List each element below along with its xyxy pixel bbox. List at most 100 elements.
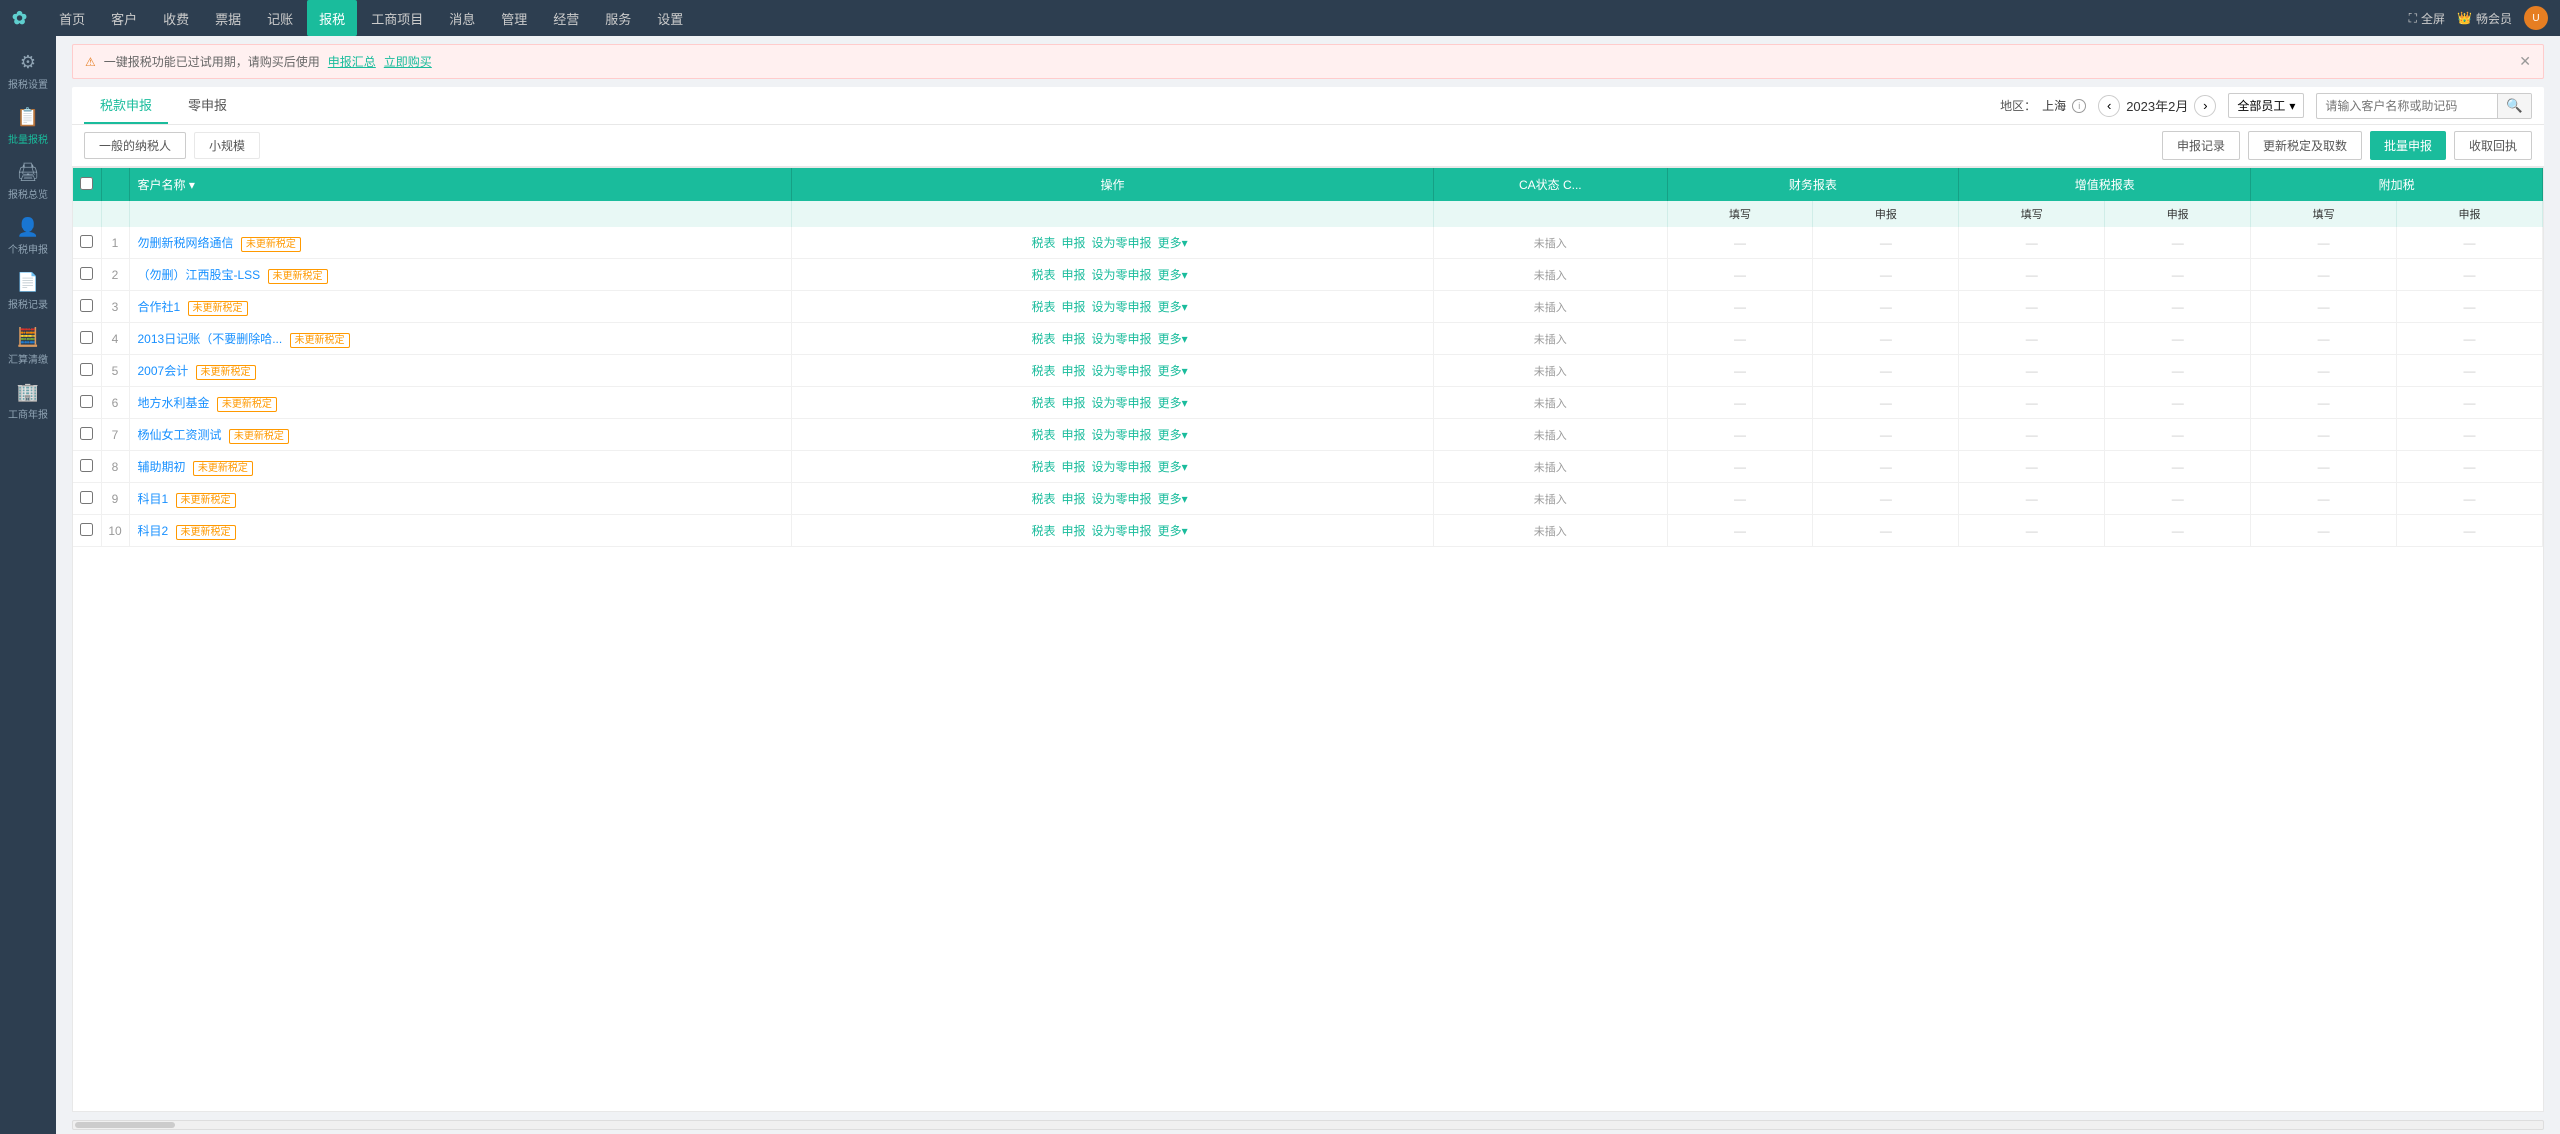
collect-receipt-btn[interactable]: 收取回执 (2454, 131, 2532, 160)
nav-invoice[interactable]: 票据 (203, 0, 253, 36)
op-btn-3[interactable]: 更多▾ (1158, 364, 1188, 378)
client-name-text[interactable]: 合作社1 (138, 300, 181, 314)
op-btn-1[interactable]: 申报 (1062, 332, 1086, 346)
op-btn-3[interactable]: 更多▾ (1158, 428, 1188, 442)
client-name-text[interactable]: 辅助期初 (138, 460, 186, 474)
op-btn-0[interactable]: 税表 (1032, 524, 1056, 538)
nav-management[interactable]: 管理 (489, 0, 539, 36)
row-checkbox-7[interactable] (80, 459, 93, 472)
sidebar-item-batch-tax[interactable]: 📋 批量报税 (0, 99, 56, 154)
op-btn-1[interactable]: 申报 (1062, 460, 1086, 474)
sidebar-item-personal-tax[interactable]: 👤 个税申报 (0, 209, 56, 264)
op-btn-2[interactable]: 设为零申报 (1092, 492, 1152, 506)
op-btn-2[interactable]: 设为零申报 (1092, 460, 1152, 474)
op-btn-3[interactable]: 更多▾ (1158, 300, 1188, 314)
op-btn-1[interactable]: 申报 (1062, 364, 1086, 378)
op-btn-3[interactable]: 更多▾ (1158, 332, 1188, 346)
sidebar-item-tax-overview[interactable]: 🖨 报税总览 (0, 154, 56, 209)
nav-client[interactable]: 客户 (99, 0, 149, 36)
op-btn-2[interactable]: 设为零申报 (1092, 332, 1152, 346)
nav-home[interactable]: 首页 (47, 0, 97, 36)
op-btn-3[interactable]: 更多▾ (1158, 236, 1188, 250)
row-checkbox-3[interactable] (80, 331, 93, 344)
op-btn-3[interactable]: 更多▾ (1158, 396, 1188, 410)
op-btn-2[interactable]: 设为零申报 (1092, 236, 1152, 250)
op-btn-2[interactable]: 设为零申报 (1092, 268, 1152, 282)
region-value[interactable]: 上海 (2042, 97, 2066, 114)
client-name-text[interactable]: 2007会计 (138, 364, 189, 378)
staff-selector[interactable]: 全部员工 ▾ (2228, 93, 2304, 118)
nav-billing[interactable]: 收费 (151, 0, 201, 36)
client-name-text[interactable]: （勿删）江西股宝-LSS (138, 268, 261, 282)
client-name-text[interactable]: 科目1 (138, 492, 169, 506)
nav-settings[interactable]: 设置 (645, 0, 695, 36)
client-name-text[interactable]: 勿删新税网络通信 (138, 236, 234, 250)
nav-business[interactable]: 工商项目 (359, 0, 435, 36)
op-btn-0[interactable]: 税表 (1032, 300, 1056, 314)
tab-zero-declaration[interactable]: 零申报 (172, 87, 243, 124)
op-btn-2[interactable]: 设为零申报 (1092, 300, 1152, 314)
op-btn-1[interactable]: 申报 (1062, 492, 1086, 506)
op-btn-2[interactable]: 设为零申报 (1092, 396, 1152, 410)
op-btn-1[interactable]: 申报 (1062, 396, 1086, 410)
sidebar-item-tax-records[interactable]: 📄 报税记录 (0, 264, 56, 319)
op-btn-3[interactable]: 更多▾ (1158, 268, 1188, 282)
client-name-text[interactable]: 科目2 (138, 524, 169, 538)
op-btn-1[interactable]: 申报 (1062, 268, 1086, 282)
row-checkbox-2[interactable] (80, 299, 93, 312)
op-btn-0[interactable]: 税表 (1032, 396, 1056, 410)
member-btn[interactable]: 👑 畅会员 (2457, 10, 2512, 27)
op-btn-0[interactable]: 税表 (1032, 332, 1056, 346)
declaration-records-btn[interactable]: 申报记录 (2162, 131, 2240, 160)
horizontal-scrollbar[interactable] (72, 1120, 2544, 1130)
op-btn-1[interactable]: 申报 (1062, 524, 1086, 538)
sidebar-item-annual-settlement[interactable]: 🧮 汇算清缴 (0, 319, 56, 374)
scroll-thumb[interactable] (75, 1122, 175, 1128)
tab-tax-declaration[interactable]: 税款申报 (84, 87, 168, 124)
banner-link-summary[interactable]: 申报汇总 (328, 53, 376, 70)
subtab-small-scale[interactable]: 小规模 (194, 132, 260, 159)
subtab-general-taxpayer[interactable]: 一般的纳税人 (84, 132, 186, 159)
op-btn-0[interactable]: 税表 (1032, 492, 1056, 506)
row-checkbox-9[interactable] (80, 523, 93, 536)
op-btn-0[interactable]: 税表 (1032, 268, 1056, 282)
op-btn-2[interactable]: 设为零申报 (1092, 428, 1152, 442)
sidebar-item-annual-report[interactable]: 🏢 工商年报 (0, 374, 56, 429)
op-btn-0[interactable]: 税表 (1032, 236, 1056, 250)
nav-service[interactable]: 服务 (593, 0, 643, 36)
nav-tax[interactable]: 报税 (307, 0, 357, 36)
sort-icon[interactable]: ▾ (189, 178, 195, 192)
op-btn-3[interactable]: 更多▾ (1158, 524, 1188, 538)
banner-link-buy[interactable]: 立即购买 (384, 53, 432, 70)
client-name-text[interactable]: 地方水利基金 (138, 396, 210, 410)
op-btn-3[interactable]: 更多▾ (1158, 492, 1188, 506)
batch-declaration-btn[interactable]: 批量申报 (2370, 131, 2446, 160)
region-info-icon[interactable]: i (2072, 99, 2086, 113)
op-btn-2[interactable]: 设为零申报 (1092, 524, 1152, 538)
search-input[interactable] (2317, 95, 2497, 117)
client-name-text[interactable]: 杨仙女工资测试 (138, 428, 222, 442)
date-next-btn[interactable]: › (2194, 95, 2216, 117)
op-btn-0[interactable]: 税表 (1032, 460, 1056, 474)
op-btn-2[interactable]: 设为零申报 (1092, 364, 1152, 378)
nav-operations[interactable]: 经营 (541, 0, 591, 36)
op-btn-1[interactable]: 申报 (1062, 236, 1086, 250)
op-btn-0[interactable]: 税表 (1032, 364, 1056, 378)
fullscreen-btn[interactable]: ⛶ 全屏 (2409, 10, 2445, 27)
banner-close-btn[interactable]: ✕ (2519, 53, 2531, 70)
row-checkbox-0[interactable] (80, 235, 93, 248)
row-checkbox-8[interactable] (80, 491, 93, 504)
search-button[interactable]: 🔍 (2497, 94, 2531, 118)
sidebar-item-tax-settings[interactable]: ⚙ 报税设置 (0, 44, 56, 99)
nav-messages[interactable]: 消息 (437, 0, 487, 36)
op-btn-1[interactable]: 申报 (1062, 300, 1086, 314)
row-checkbox-4[interactable] (80, 363, 93, 376)
op-btn-3[interactable]: 更多▾ (1158, 460, 1188, 474)
op-btn-1[interactable]: 申报 (1062, 428, 1086, 442)
op-btn-0[interactable]: 税表 (1032, 428, 1056, 442)
row-checkbox-1[interactable] (80, 267, 93, 280)
nav-accounting[interactable]: 记账 (255, 0, 305, 36)
date-prev-btn[interactable]: ‹ (2098, 95, 2120, 117)
row-checkbox-5[interactable] (80, 395, 93, 408)
user-avatar[interactable]: U (2524, 6, 2548, 30)
